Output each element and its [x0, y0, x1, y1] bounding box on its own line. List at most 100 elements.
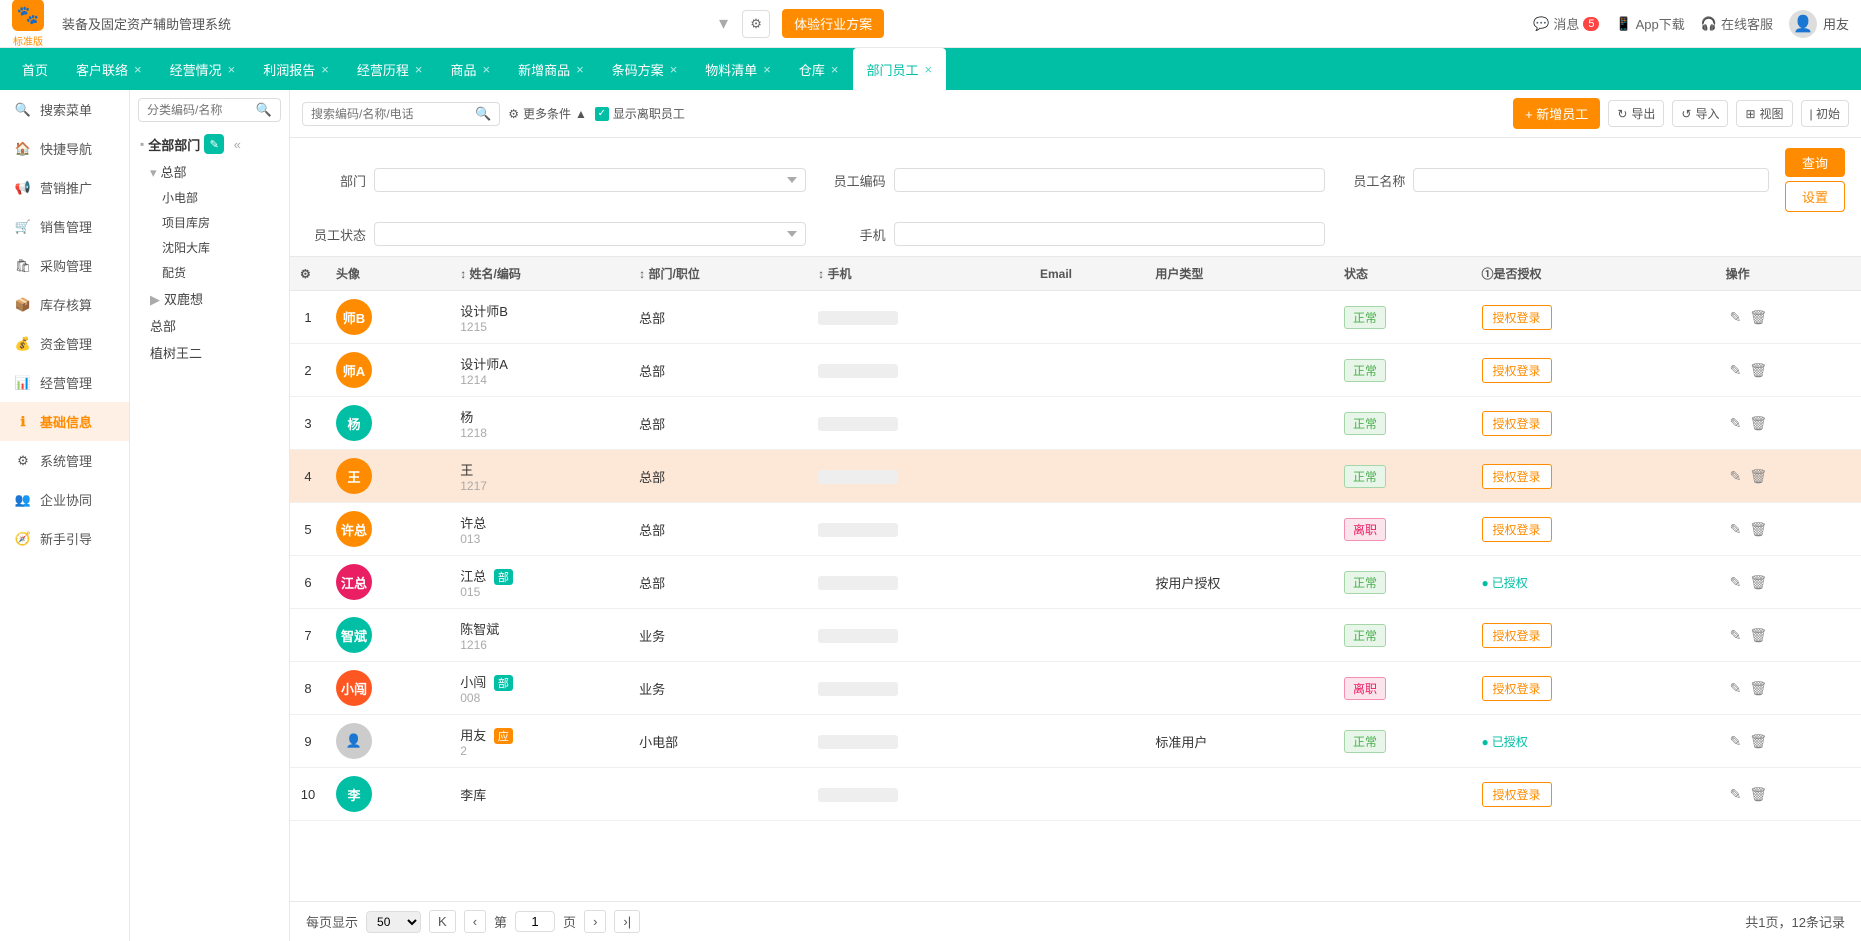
col-name[interactable]: ↕ 姓名/编码 — [450, 257, 629, 291]
emp-code-input[interactable] — [894, 168, 1326, 192]
settings-view-btn[interactable]: | 初始 — [1801, 100, 1849, 127]
dept-search-box[interactable]: 🔍 — [138, 98, 281, 122]
row-auth-cell[interactable]: 已授权 — [1472, 556, 1672, 609]
dept-filter-select[interactable] — [374, 168, 806, 192]
dept-collapse-icon[interactable]: « — [228, 135, 246, 153]
row-auth-cell[interactable]: 授权登录 — [1472, 344, 1672, 397]
delete-button[interactable]: 🗑 — [1745, 572, 1771, 593]
message-button[interactable]: 💬 消息 5 — [1533, 14, 1599, 33]
col-phone[interactable]: ↕ 手机 — [808, 257, 1030, 291]
delete-button[interactable]: 🗑 — [1745, 731, 1771, 752]
row-auth-cell[interactable]: 授权登录 — [1472, 291, 1672, 344]
trial-button[interactable]: 体验行业方案 — [782, 9, 884, 38]
tab-close-icon[interactable]: × — [415, 62, 423, 77]
tab-close-icon[interactable]: × — [763, 62, 771, 77]
set-button[interactable]: 设置 — [1785, 181, 1845, 212]
app-download-button[interactable]: 📱 App下载 — [1615, 14, 1684, 33]
delete-button[interactable]: 🗑 — [1745, 784, 1771, 805]
tab-close-icon[interactable]: × — [576, 62, 584, 77]
delete-button[interactable]: 🗑 — [1745, 519, 1771, 540]
nav-tab-经营情况[interactable]: 经营情况 × — [156, 48, 250, 90]
sidebar-item-企业协同[interactable]: 👥企业协同 — [0, 480, 129, 519]
nav-tab-仓库[interactable]: 仓库 × — [785, 48, 853, 90]
emp-search-input[interactable] — [311, 107, 471, 121]
auth-login-button[interactable]: 授权登录 — [1482, 676, 1552, 701]
sidebar-item-基础信息[interactable]: ℹ基础信息 — [0, 402, 129, 441]
auth-login-button[interactable]: 授权登录 — [1482, 464, 1552, 489]
delete-button[interactable]: 🗑 — [1745, 466, 1771, 487]
sidebar-item-库存核算[interactable]: 📦库存核算 — [0, 285, 129, 324]
show-resigned-toggle[interactable]: ✓ 显示离职员工 — [595, 105, 685, 122]
more-conditions-btn[interactable]: ⚙ 更多条件 ▲ — [508, 105, 587, 122]
dept-node-zongbu-root[interactable]: ▾总部 — [138, 158, 281, 185]
sidebar-item-资金管理[interactable]: 💰资金管理 — [0, 324, 129, 363]
auth-login-button[interactable]: 授权登录 — [1482, 411, 1552, 436]
sidebar-item-采购管理[interactable]: 🛍采购管理 — [0, 246, 129, 285]
row-auth-cell[interactable]: 授权登录 — [1472, 768, 1672, 821]
dept-node-xiangmukufang[interactable]: 项目库房 — [150, 210, 281, 235]
sidebar-item-搜索菜单[interactable]: 🔍搜索菜单 — [0, 90, 129, 129]
edit-button[interactable]: ✎ — [1726, 519, 1746, 540]
delete-button[interactable]: 🗑 — [1745, 307, 1771, 328]
tab-close-icon[interactable]: × — [925, 62, 933, 77]
next-page-btn[interactable]: › — [584, 910, 606, 933]
dept-all-header[interactable]: ▪ 全部部门 ✎ « — [138, 130, 281, 158]
tab-close-icon[interactable]: × — [670, 62, 678, 77]
first-page-btn[interactable]: K — [429, 910, 456, 933]
system-dropdown-icon[interactable]: ▾ — [719, 13, 728, 34]
nav-tab-首页[interactable]: 首页 — [8, 48, 62, 90]
sidebar-item-系统管理[interactable]: ⚙系统管理 — [0, 441, 129, 480]
current-page-input[interactable] — [515, 911, 555, 932]
emp-name-input[interactable] — [1413, 168, 1769, 192]
sidebar-item-快捷导航[interactable]: 🏠快捷导航 — [0, 129, 129, 168]
row-auth-cell[interactable]: 授权登录 — [1472, 503, 1672, 556]
dept-node-zhishu[interactable]: 植树王二 — [138, 339, 281, 366]
online-support-button[interactable]: 🎧 在线客服 — [1701, 14, 1773, 33]
dept-edit-icon[interactable]: ✎ — [204, 134, 224, 154]
add-employee-button[interactable]: + 新增员工 — [1513, 98, 1600, 129]
nav-tab-新增商品[interactable]: 新增商品 × — [504, 48, 598, 90]
auth-login-button[interactable]: 授权登录 — [1482, 305, 1552, 330]
phone-input[interactable] — [894, 222, 1326, 246]
query-button[interactable]: 查询 — [1785, 148, 1845, 177]
edit-button[interactable]: ✎ — [1726, 413, 1746, 434]
col-settings[interactable]: ⚙ — [290, 257, 326, 291]
auth-login-button[interactable]: 授权登录 — [1482, 623, 1552, 648]
tab-close-icon[interactable]: × — [134, 62, 142, 77]
logo-area[interactable]: 🐾 标准版 — [12, 0, 44, 48]
edit-button[interactable]: ✎ — [1726, 784, 1746, 805]
auth-login-button[interactable]: 授权登录 — [1482, 782, 1552, 807]
row-auth-cell[interactable]: 已授权 — [1472, 715, 1672, 768]
page-size-select[interactable]: 102050100 — [366, 911, 421, 933]
nav-tab-物料清单[interactable]: 物料清单 × — [691, 48, 785, 90]
tab-close-icon[interactable]: × — [831, 62, 839, 77]
gear-button[interactable]: ⚙ — [742, 10, 770, 38]
tab-close-icon[interactable]: × — [321, 62, 329, 77]
import-button[interactable]: ↺ 导入 — [1672, 100, 1728, 127]
edit-button[interactable]: ✎ — [1726, 466, 1746, 487]
auth-login-button[interactable]: 授权登录 — [1482, 517, 1552, 542]
delete-button[interactable]: 🗑 — [1745, 625, 1771, 646]
edit-button[interactable]: ✎ — [1726, 625, 1746, 646]
user-info[interactable]: 👤 用友 — [1789, 10, 1849, 38]
tab-close-icon[interactable]: × — [482, 62, 490, 77]
row-auth-cell[interactable]: 授权登录 — [1472, 662, 1672, 715]
prev-page-btn[interactable]: ‹ — [464, 910, 486, 933]
show-resigned-checkbox[interactable]: ✓ — [595, 107, 609, 121]
nav-tab-商品[interactable]: 商品 × — [436, 48, 504, 90]
delete-button[interactable]: 🗑 — [1745, 678, 1771, 699]
sidebar-item-销售管理[interactable]: 🛒销售管理 — [0, 207, 129, 246]
delete-button[interactable]: 🗑 — [1745, 413, 1771, 434]
tab-close-icon[interactable]: × — [228, 62, 236, 77]
export-button[interactable]: ↻ 导出 — [1608, 100, 1664, 127]
dept-node-zongbu2[interactable]: 总部 — [138, 312, 281, 339]
auth-login-button[interactable]: 授权登录 — [1482, 358, 1552, 383]
row-auth-cell[interactable]: 授权登录 — [1472, 609, 1672, 662]
nav-tab-经营历程[interactable]: 经营历程 × — [343, 48, 437, 90]
sidebar-item-营销推广[interactable]: 📢营销推广 — [0, 168, 129, 207]
row-auth-cell[interactable]: 授权登录 — [1472, 397, 1672, 450]
dept-node-xiaodianbu[interactable]: 小电部 — [150, 185, 281, 210]
view-button[interactable]: ⊞ 视图 — [1736, 100, 1792, 127]
col-dept[interactable]: ↕ 部门/职位 — [629, 257, 808, 291]
edit-button[interactable]: ✎ — [1726, 678, 1746, 699]
